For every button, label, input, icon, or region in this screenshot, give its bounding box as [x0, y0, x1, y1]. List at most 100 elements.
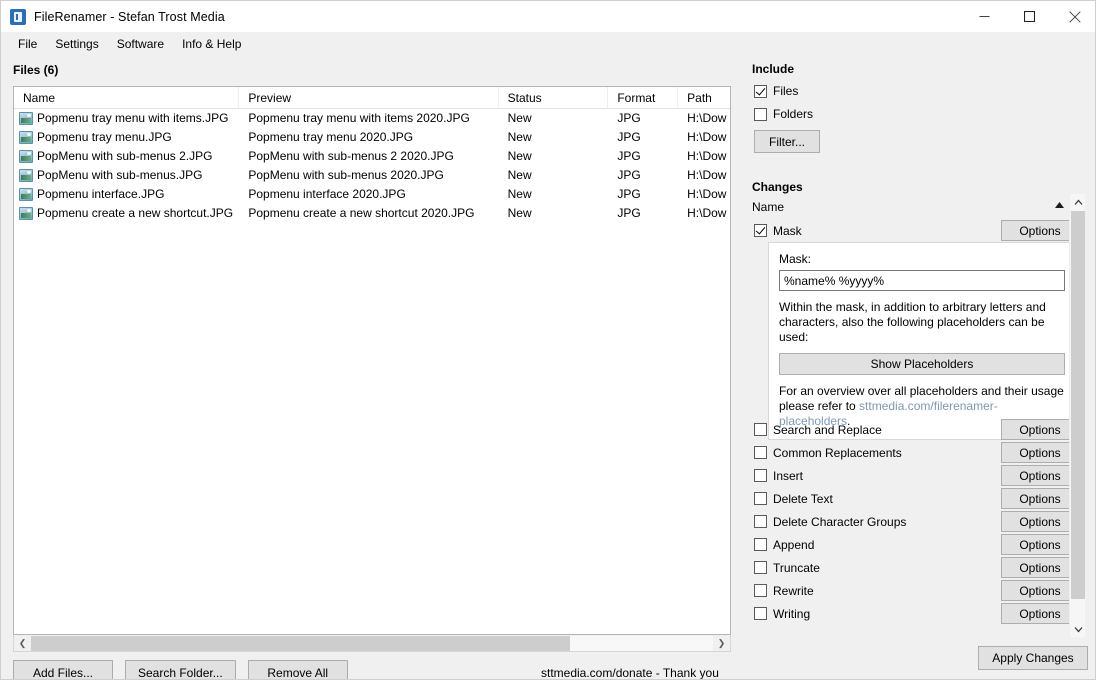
file-list-horizontal-scrollbar[interactable]: ❮ ❯ — [13, 635, 731, 652]
change-option-checkbox[interactable] — [754, 561, 767, 574]
menu-item-software[interactable]: Software — [108, 34, 173, 54]
change-option-checkbox[interactable] — [754, 446, 767, 459]
mask-toggle[interactable]: Mask — [754, 224, 802, 238]
menu-item-settings[interactable]: Settings — [46, 34, 107, 54]
settings-vertical-scrollbar[interactable] — [1069, 194, 1085, 637]
change-option-toggle[interactable]: Truncate — [754, 561, 820, 575]
include-folders-row[interactable]: Folders — [754, 107, 813, 121]
change-option-options-button[interactable]: Options — [1001, 603, 1079, 624]
change-option-checkbox[interactable] — [754, 607, 767, 620]
mask-input[interactable] — [779, 270, 1065, 291]
file-row-format: JPG — [617, 168, 641, 182]
file-row-path: H:\Dow — [687, 111, 727, 125]
file-row-format: JPG — [617, 187, 641, 201]
table-row[interactable]: Popmenu interface.JPG Popmenu interface 2… — [14, 185, 730, 204]
change-option-toggle[interactable]: Delete Text — [754, 492, 833, 506]
file-row-status: New — [507, 130, 532, 144]
table-row[interactable]: Popmenu tray menu with items.JPG Popmenu … — [14, 109, 730, 128]
file-row-format: JPG — [617, 111, 641, 125]
image-file-icon — [19, 207, 33, 220]
change-option-options-button[interactable]: Options — [1001, 465, 1079, 486]
column-header-path[interactable]: Path — [678, 87, 730, 109]
file-list[interactable]: Name Preview Status Format Path Popmenu … — [13, 86, 731, 635]
close-button[interactable] — [1052, 1, 1095, 32]
change-option-options-button[interactable]: Options — [1001, 534, 1079, 555]
change-option-toggle[interactable]: Rewrite — [754, 584, 814, 598]
include-files-label: Files — [773, 84, 799, 98]
change-option-label: Delete Character Groups — [773, 514, 907, 529]
file-row-format: JPG — [617, 206, 641, 220]
change-option-toggle[interactable]: Delete Character Groups — [754, 515, 906, 529]
change-option-checkbox[interactable] — [754, 538, 767, 551]
change-option-toggle[interactable]: Common Replacements — [754, 446, 902, 460]
column-header-preview[interactable]: Preview — [239, 87, 499, 109]
scroll-up-icon[interactable] — [1070, 194, 1086, 210]
change-option-checkbox[interactable] — [754, 469, 767, 482]
change-option-row: Append Options — [754, 533, 1079, 556]
change-option-label: Rewrite — [773, 583, 814, 598]
vscroll-thumb[interactable] — [1071, 211, 1085, 599]
change-option-toggle[interactable]: Insert — [754, 469, 803, 483]
table-row[interactable]: Popmenu create a new shortcut.JPG Popmenu… — [14, 204, 730, 223]
change-option-toggle[interactable]: Append — [754, 538, 814, 552]
menu-item-file[interactable]: File — [9, 34, 46, 54]
file-row-status: New — [507, 187, 532, 201]
column-header-format[interactable]: Format — [608, 87, 679, 109]
include-files-row[interactable]: Files — [754, 84, 798, 98]
change-option-options-button[interactable]: Options — [1001, 488, 1079, 509]
file-row-name: PopMenu with sub-menus.JPG — [14, 166, 239, 185]
change-option-toggle[interactable]: Writing — [754, 607, 810, 621]
scroll-left-icon[interactable]: ❮ — [14, 636, 31, 651]
image-file-icon — [19, 131, 33, 144]
column-header-name[interactable]: Name — [14, 87, 240, 109]
column-header-status[interactable]: Status — [499, 87, 609, 109]
scroll-down-icon[interactable] — [1070, 621, 1086, 637]
file-name-text: Popmenu create a new shortcut.JPG — [37, 206, 234, 220]
image-file-icon — [19, 112, 33, 125]
maximize-button[interactable] — [1007, 1, 1052, 32]
file-row-preview: PopMenu with sub-menus 2020.JPG — [248, 168, 444, 182]
change-option-checkbox[interactable] — [754, 492, 767, 505]
show-placeholders-button[interactable]: Show Placeholders — [779, 353, 1065, 375]
mask-options-button[interactable]: Options — [1001, 220, 1079, 241]
change-option-options-button[interactable]: Options — [1001, 580, 1079, 601]
search-folder-button[interactable]: Search Folder... — [125, 660, 236, 679]
filter-button[interactable]: Filter... — [754, 130, 820, 153]
hscroll-thumb[interactable] — [31, 635, 570, 651]
change-option-checkbox[interactable] — [754, 423, 767, 436]
change-option-toggle[interactable]: Search and Replace — [754, 423, 882, 437]
table-row[interactable]: PopMenu with sub-menus.JPG PopMenu with s… — [14, 166, 730, 185]
include-files-checkbox[interactable] — [754, 84, 767, 98]
file-row-status: New — [507, 168, 532, 182]
file-name-text: PopMenu with sub-menus 2.JPG — [37, 149, 213, 163]
change-option-checkbox[interactable] — [754, 584, 767, 597]
file-name-text: Popmenu tray menu.JPG — [37, 130, 172, 144]
change-option-options-button[interactable]: Options — [1001, 442, 1079, 463]
add-files-button[interactable]: Add Files... — [13, 660, 113, 679]
table-row[interactable]: Popmenu tray menu.JPG Popmenu tray menu 2… — [14, 128, 730, 147]
app-icon — [10, 8, 26, 25]
sort-ascending-icon[interactable] — [1054, 199, 1065, 213]
file-row-preview: Popmenu interface 2020.JPG — [248, 187, 406, 201]
file-row-name: PopMenu with sub-menus 2.JPG — [14, 147, 239, 166]
change-option-options-button[interactable]: Options — [1001, 557, 1079, 578]
table-row[interactable]: PopMenu with sub-menus 2.JPG PopMenu with… — [14, 147, 730, 166]
changes-name-label: Name — [752, 200, 785, 214]
change-option-options-button[interactable]: Options — [1001, 511, 1079, 532]
include-folders-checkbox[interactable] — [754, 107, 767, 121]
hscroll-track[interactable] — [31, 635, 713, 651]
change-option-row: Writing Options — [754, 602, 1079, 625]
file-row-preview: Popmenu tray menu with items 2020.JPG — [248, 111, 470, 125]
menu-item-info-help[interactable]: Info & Help — [173, 34, 250, 54]
change-option-checkbox[interactable] — [754, 515, 767, 528]
remove-all-button[interactable]: Remove All — [247, 660, 348, 679]
change-option-label: Insert — [773, 468, 804, 483]
window-controls — [962, 1, 1095, 32]
apply-changes-button[interactable]: Apply Changes — [978, 646, 1088, 670]
file-row-name: Popmenu tray menu.JPG — [14, 128, 239, 147]
scroll-right-icon[interactable]: ❯ — [713, 636, 730, 651]
minimize-button[interactable] — [962, 1, 1007, 32]
change-option-options-button[interactable]: Options — [1001, 419, 1079, 440]
mask-checkbox[interactable] — [754, 224, 767, 237]
filerenamer-window: FileRenamer - Stefan Trost Media File Se… — [0, 0, 1096, 680]
